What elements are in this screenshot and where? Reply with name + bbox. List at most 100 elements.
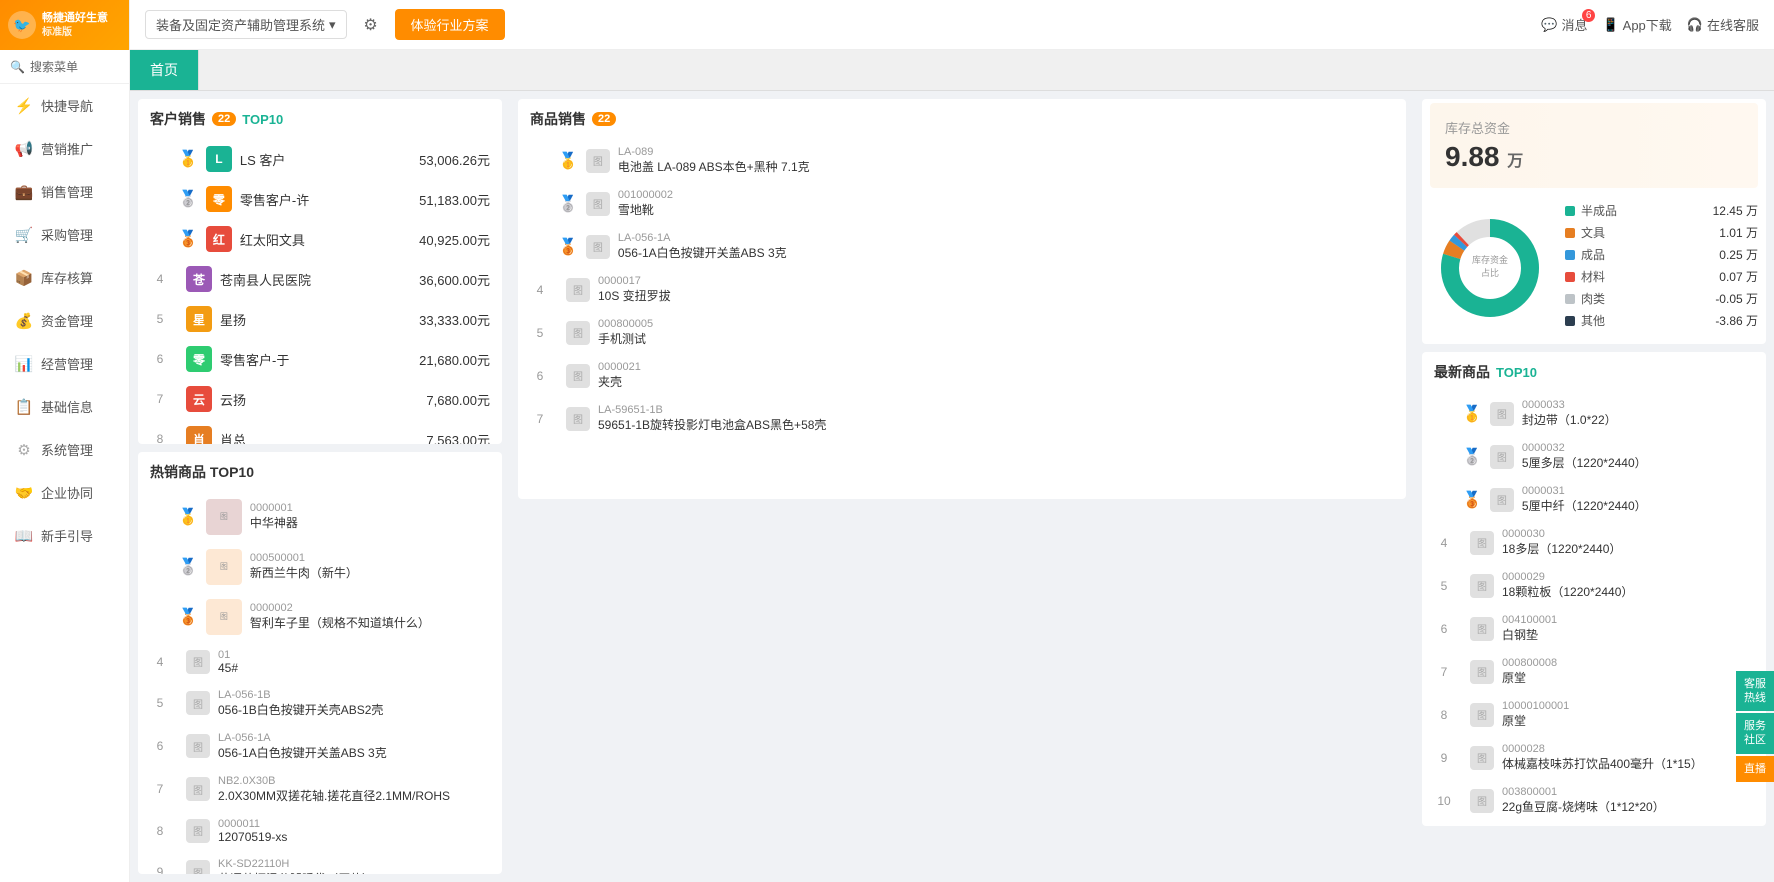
sidebar-item-marketing[interactable]: 📢 营销推广 — [0, 127, 129, 170]
product-count-badge: 22 — [592, 112, 616, 126]
donut-legend: 半成品 12.45 万 文具 1.01 万 成品 0.25 万 — [1565, 202, 1758, 334]
product-placeholder: 图 — [1470, 574, 1494, 598]
inventory-icon: 📦 — [15, 269, 33, 287]
product-placeholder: 图 — [1470, 789, 1494, 813]
new-product-item: 8 图 10000100001 原堂 — [1422, 693, 1766, 736]
guide-label: 新手引导 — [41, 526, 93, 545]
cs-hotline-btn[interactable]: 客服热线 — [1736, 671, 1774, 712]
new-products-title: 最新商品 TOP10 — [1422, 352, 1766, 388]
content-tabs: 首页 — [130, 50, 1774, 91]
new-product-item: 🥉 图 0000031 5厘中纤（1220*2440） — [1422, 478, 1766, 521]
customer-top-label: TOP10 — [242, 112, 283, 127]
topbar: 装备及固定资产辅助管理系统 ▾ ⚙ 体验行业方案 💬 消息 6 📱 App下载 … — [130, 0, 1774, 50]
online-service-button[interactable]: 🎧 在线客服 — [1687, 15, 1759, 34]
sidebar-item-purchase[interactable]: 🛒 采购管理 — [0, 213, 129, 256]
sidebar-item-guide[interactable]: 📖 新手引导 — [0, 514, 129, 557]
product-placeholder: 图 — [566, 407, 590, 431]
hot-products-title: 热销商品 TOP10 — [138, 452, 502, 488]
product-placeholder: 图 — [186, 734, 210, 758]
trial-button[interactable]: 体验行业方案 — [395, 9, 505, 40]
new-products-top-label: TOP10 — [1496, 365, 1537, 380]
app-download-button[interactable]: 📱 App下载 — [1602, 15, 1671, 34]
corp-icon: 🤝 — [15, 484, 33, 502]
customer-rank-item: 7 云 云扬 7,680.00元 — [138, 379, 502, 419]
topbar-right: 💬 消息 6 📱 App下载 🎧 在线客服 — [1541, 15, 1759, 34]
product-placeholder: 图 — [186, 650, 210, 674]
cs-service-btn[interactable]: 服务社区 — [1736, 713, 1774, 754]
product-sales-item: 7 图 LA-59651-1B 59651-1B旋转投影灯电池盒ABS黑色+58… — [518, 397, 1406, 440]
sidebar-item-quicknav[interactable]: ⚡ 快捷导航 — [0, 84, 129, 127]
product-placeholder: 图 — [1470, 531, 1494, 555]
customer-rank-item: 🥇 L LS 客户 53,006.26元 — [138, 139, 502, 179]
donut-section: 库存资金 占比 半成品 12.45 万 文具 1.0 — [1422, 192, 1766, 344]
hot-products-panel: 热销商品 TOP10 🥇 图 0000001 中华神器 — [138, 452, 502, 874]
settings-button[interactable]: ⚙ — [357, 11, 385, 39]
product-info: LA-59651-1B 59651-1B旋转投影灯电池盒ABS黑色+58壳 — [598, 404, 1394, 433]
online-service-label: 在线客服 — [1707, 15, 1759, 34]
customer-avatar: L — [206, 146, 232, 172]
hot-product-item: 4 图 01 45# — [138, 642, 502, 682]
new-product-item: 7 图 000800008 原堂 — [1422, 650, 1766, 693]
messages-button[interactable]: 💬 消息 6 — [1541, 15, 1587, 34]
product-info: 0000030 18多层（1220*2440） — [1502, 528, 1754, 557]
logo-text: 畅捷通好生意 标准版 — [42, 11, 108, 38]
product-info: NB2.0X30B 2.0X30MM双搓花轴.搓花直径2.1MM/ROHS — [218, 775, 490, 804]
new-product-item: 🥇 图 0000033 封边带（1.0*22） — [1422, 392, 1766, 435]
legend-color — [1565, 316, 1575, 326]
sidebar: 🐦 畅捷通好生意 标准版 🔍 搜索菜单 ⚡ 快捷导航 📢 营销推广 💼 销售管理… — [0, 0, 130, 882]
sidebar-item-inventory[interactable]: 📦 库存核算 — [0, 256, 129, 299]
new-product-item: 10 图 003800001 22g鱼豆腐-烧烤味（1*12*20） — [1422, 779, 1766, 822]
product-sales-list: 🥇 图 LA-089 电池盖 LA-089 ABS本色+黑种 7.1克 🥈 图 … — [518, 135, 1406, 444]
sidebar-item-base[interactable]: 📋 基础信息 — [0, 385, 129, 428]
system-name-dropdown[interactable]: 装备及固定资产辅助管理系统 ▾ — [145, 10, 347, 39]
product-info: 001000002 雪地靴 — [618, 189, 1394, 218]
customer-avatar: 星 — [186, 306, 212, 332]
customer-rank-list: 🥇 L LS 客户 53,006.26元 🥈 零 零售客户-许 51,183.0… — [138, 135, 502, 444]
inventory-panel: 库存总资金 9.88 万 — [1422, 99, 1766, 344]
customer-count-badge: 22 — [212, 112, 236, 126]
customer-rank-item: 🥉 红 红太阳文具 40,925.00元 — [138, 219, 502, 259]
customer-avatar: 红 — [206, 226, 232, 252]
sidebar-item-sales[interactable]: 💼 销售管理 — [0, 170, 129, 213]
sidebar-item-ops[interactable]: 📊 经营管理 — [0, 342, 129, 385]
product-placeholder: 图 — [186, 777, 210, 801]
product-placeholder: 图 — [1470, 660, 1494, 684]
product-info: 000800005 手机测试 — [598, 318, 1394, 347]
marketing-icon: 📢 — [15, 140, 33, 158]
quicknav-icon: ⚡ — [15, 97, 33, 115]
sidebar-search[interactable]: 🔍 搜索菜单 — [0, 50, 129, 84]
product-sales-item: 🥇 图 LA-089 电池盖 LA-089 ABS本色+黑种 7.1克 — [518, 139, 1406, 182]
new-product-item: 5 图 0000029 18颗粒板（1220*2440） — [1422, 564, 1766, 607]
legend-color — [1565, 272, 1575, 282]
customer-rank-item: 8 肖 肖总 7,563.00元 — [138, 419, 502, 444]
system-label: 系统管理 — [41, 440, 93, 459]
customer-avatar: 零 — [206, 186, 232, 212]
legend-item: 材料 0.07 万 — [1565, 268, 1758, 285]
ops-icon: 📊 — [15, 355, 33, 373]
sidebar-nav: ⚡ 快捷导航 📢 营销推广 💼 销售管理 🛒 采购管理 📦 库存核算 💰 资金管… — [0, 84, 129, 882]
base-label: 基础信息 — [41, 397, 93, 416]
product-img: 图 — [206, 599, 242, 635]
product-info: LA-056-1A 056-1A白色按键开关盖ABS 3克 — [618, 232, 1394, 261]
purchase-icon: 🛒 — [15, 226, 33, 244]
customer-rank-item: 4 苍 苍南县人民医院 36,600.00元 — [138, 259, 502, 299]
svg-text:库存资金: 库存资金 — [1472, 254, 1508, 265]
product-sales-panel: 商品销售 22 🥇 图 LA-089 电池盖 LA-089 ABS本色+黑种 7… — [518, 99, 1406, 499]
svg-text:占比: 占比 — [1481, 267, 1499, 278]
new-product-item: 9 图 0000028 体械嘉枝味苏打饮品400毫升（1*15） — [1422, 736, 1766, 779]
product-info: 004100001 白钢垫 — [1502, 614, 1754, 643]
product-sales-label: 商品销售 — [530, 109, 586, 129]
product-info: 0000033 封边带（1.0*22） — [1522, 399, 1754, 428]
cs-live-btn[interactable]: 直播 — [1736, 756, 1774, 782]
inventory-unit: 万 — [1507, 153, 1523, 170]
sidebar-item-finance[interactable]: 💰 资金管理 — [0, 299, 129, 342]
product-placeholder: 图 — [586, 192, 610, 216]
product-info: KK-SD22110H 花语萌恒温分腿睡袋（厚款） — [218, 858, 490, 874]
product-info: 0000029 18颗粒板（1220*2440） — [1502, 571, 1754, 600]
inventory-value: 9.88 万 — [1445, 141, 1743, 173]
sidebar-item-system[interactable]: ⚙ 系统管理 — [0, 428, 129, 471]
hot-product-item: 8 图 0000011 12070519-xs — [138, 811, 502, 851]
sidebar-item-corp[interactable]: 🤝 企业协同 — [0, 471, 129, 514]
tab-home[interactable]: 首页 — [130, 50, 199, 90]
app-download-label: App下载 — [1623, 15, 1672, 34]
